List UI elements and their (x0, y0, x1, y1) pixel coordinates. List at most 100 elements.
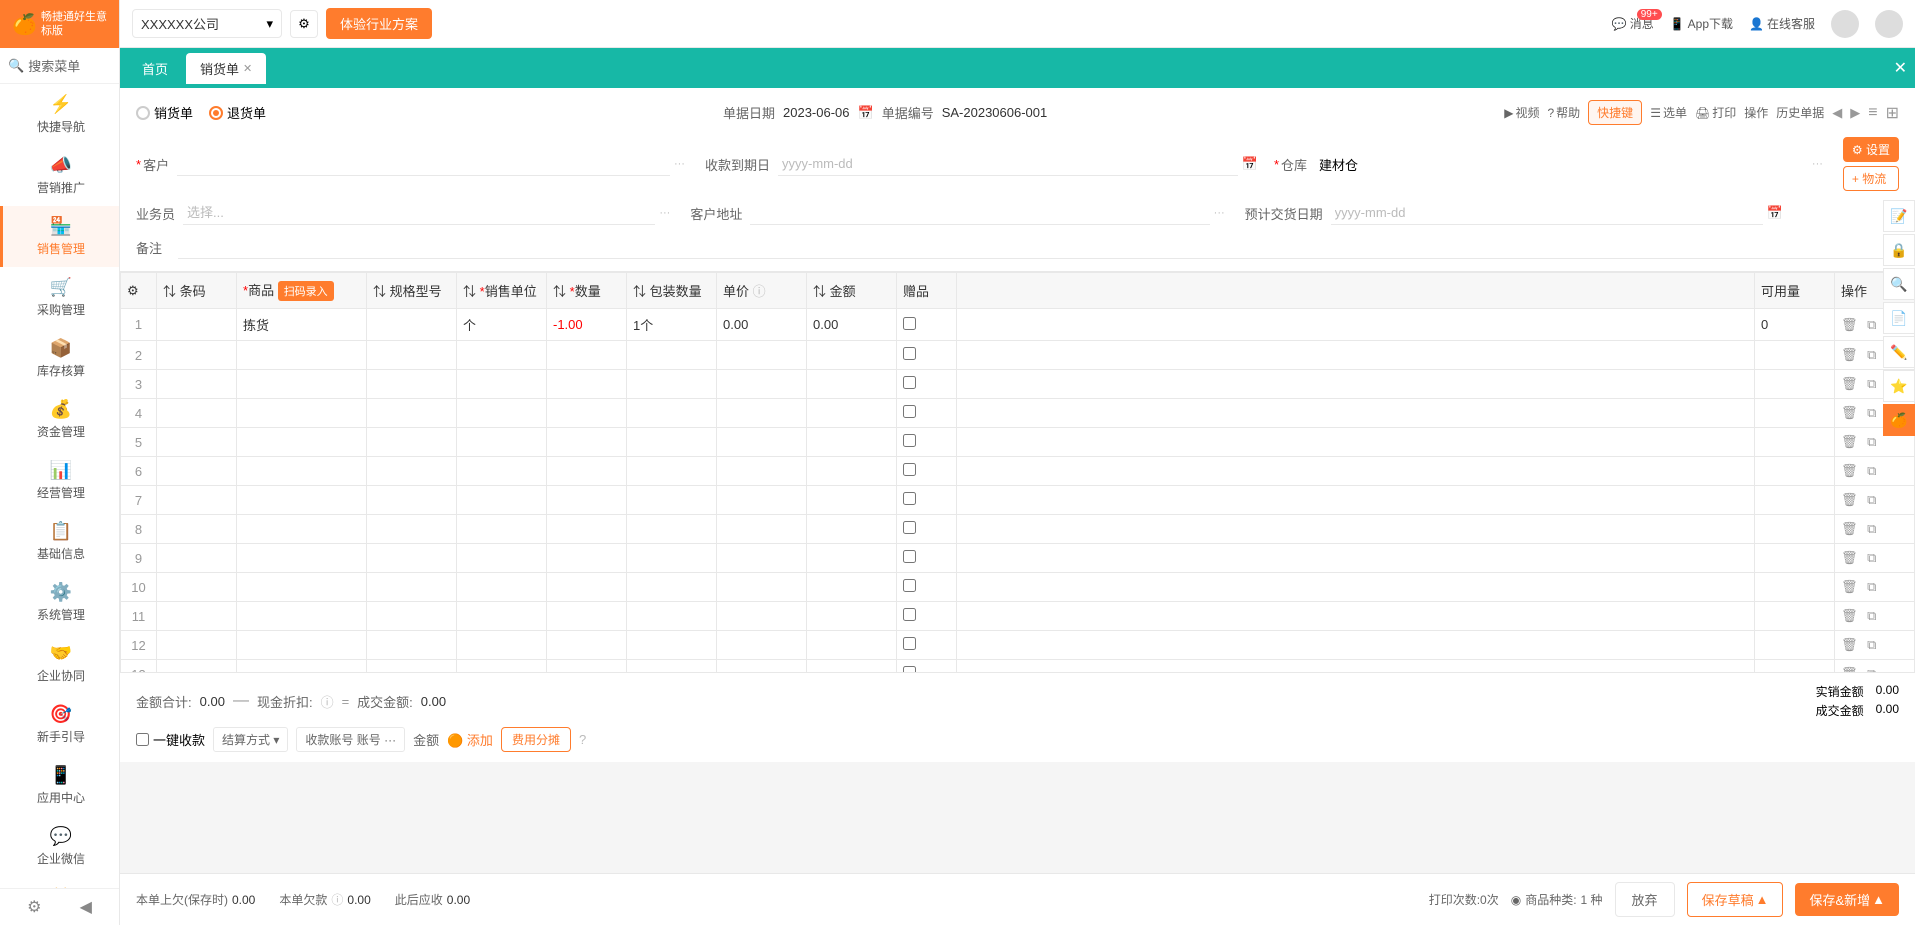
gift-checkbox[interactable] (903, 521, 916, 534)
cell-barcode[interactable] (157, 309, 237, 341)
copy-icon[interactable]: ⧉ (1867, 347, 1876, 362)
remark-input[interactable] (178, 235, 1899, 259)
cell-product[interactable] (237, 631, 367, 660)
cell-qty[interactable] (547, 457, 627, 486)
cell-pack-qty[interactable] (627, 602, 717, 631)
gift-checkbox[interactable] (903, 317, 916, 330)
view-list-icon[interactable]: ≡ (1868, 104, 1877, 122)
cell-unit[interactable] (457, 573, 547, 602)
cell-amount[interactable] (807, 544, 897, 573)
cell-unit[interactable] (457, 486, 547, 515)
cell-amount[interactable]: 0.00 (807, 309, 897, 341)
cell-unit[interactable] (457, 544, 547, 573)
cell-product[interactable] (237, 515, 367, 544)
delete-icon[interactable]: 🗑 (1841, 579, 1858, 594)
message-icon-btn[interactable]: 💬 消息 99+ (1612, 15, 1654, 32)
cell-qty[interactable] (547, 486, 627, 515)
tab-close-icon[interactable]: ✕ (243, 62, 252, 75)
save-new-btn[interactable]: 保存&新增 ▲ (1795, 883, 1899, 916)
payment-checkbox[interactable] (136, 733, 149, 746)
calendar-due-icon[interactable]: 📅 (1238, 156, 1258, 172)
copy-icon[interactable]: ⧉ (1867, 463, 1876, 478)
cell-product[interactable] (237, 399, 367, 428)
app-download-btn[interactable]: 📱 App下载 (1670, 15, 1733, 32)
cell-unit[interactable] (457, 457, 547, 486)
cell-product[interactable]: 拣货 (237, 309, 367, 341)
radio-sale-order[interactable]: 销货单 (136, 103, 193, 122)
delete-icon[interactable]: 🗑 (1841, 608, 1858, 623)
cell-product[interactable] (237, 457, 367, 486)
cell-spec[interactable] (367, 602, 457, 631)
cell-gift[interactable] (897, 309, 957, 341)
gift-checkbox[interactable] (903, 550, 916, 563)
sidebar-item-app-center[interactable]: 📱 应用中心 (0, 755, 119, 816)
cell-gift[interactable] (897, 602, 957, 631)
sidebar-item-marketing[interactable]: 📣 营销推广 (0, 145, 119, 206)
cell-amount[interactable] (807, 515, 897, 544)
cell-price[interactable] (717, 370, 807, 399)
cell-product[interactable] (237, 486, 367, 515)
cell-qty[interactable] (547, 515, 627, 544)
customer-addr-input[interactable] (750, 201, 1209, 225)
cell-amount[interactable] (807, 631, 897, 660)
settings-bottom-btn[interactable]: ⚙ (27, 897, 41, 917)
delete-icon[interactable]: 🗑 (1841, 317, 1858, 332)
customer-dots[interactable]: ··· (670, 158, 689, 170)
cell-spec[interactable] (367, 370, 457, 399)
float-btn-4[interactable]: 📄 (1883, 302, 1915, 334)
cell-spec[interactable] (367, 486, 457, 515)
cell-barcode[interactable] (157, 370, 237, 399)
cell-product[interactable] (237, 370, 367, 399)
cell-qty[interactable] (547, 428, 627, 457)
cell-amount[interactable] (807, 486, 897, 515)
operate-action[interactable]: 操作 (1744, 104, 1768, 121)
cell-gift[interactable] (897, 631, 957, 660)
addr-dots[interactable]: ··· (1210, 207, 1229, 219)
cell-price[interactable] (717, 573, 807, 602)
delete-icon[interactable]: 🗑 (1841, 637, 1858, 652)
expected-date-input[interactable] (1331, 201, 1763, 225)
cell-amount[interactable] (807, 457, 897, 486)
copy-icon[interactable]: ⧉ (1867, 521, 1876, 536)
cell-amount[interactable] (807, 370, 897, 399)
expense-split-btn[interactable]: 费用分摊 (501, 727, 571, 752)
user-avatar[interactable] (1831, 10, 1859, 38)
cell-barcode[interactable] (157, 602, 237, 631)
gift-checkbox[interactable] (903, 579, 916, 592)
salesperson-dots[interactable]: ··· (655, 207, 674, 219)
choose-action[interactable]: ☰ 选单 (1650, 104, 1687, 121)
cell-price[interactable] (717, 544, 807, 573)
settlement-method-select[interactable]: 结算方式 ▾ (213, 727, 288, 752)
cell-amount[interactable] (807, 399, 897, 428)
online-service-btn[interactable]: 👤 在线客服 (1749, 15, 1815, 32)
cell-amount[interactable] (807, 573, 897, 602)
history-action[interactable]: 历史单据 (1776, 104, 1824, 121)
sidebar-item-operations[interactable]: 📊 经营管理 (0, 450, 119, 511)
copy-icon[interactable]: ⧉ (1867, 492, 1876, 507)
cell-barcode[interactable] (157, 399, 237, 428)
sidebar-item-wechat[interactable]: 💬 企业微信 (0, 816, 119, 877)
add-icon[interactable]: 🟠 添加 (447, 730, 493, 749)
cell-product[interactable] (237, 341, 367, 370)
gift-checkbox[interactable] (903, 492, 916, 505)
cell-price[interactable] (717, 399, 807, 428)
cell-price[interactable] (717, 660, 807, 673)
cell-product[interactable] (237, 573, 367, 602)
cell-product[interactable] (237, 428, 367, 457)
copy-icon[interactable]: ⧉ (1867, 550, 1876, 565)
sidebar-item-purchase[interactable]: 🛒 采购管理 (0, 267, 119, 328)
cell-qty[interactable] (547, 602, 627, 631)
cell-pack-qty[interactable] (627, 573, 717, 602)
cell-qty[interactable] (547, 544, 627, 573)
radio-return-order[interactable]: 退货单 (209, 103, 266, 122)
calendar-expected-icon[interactable]: 📅 (1763, 205, 1783, 221)
cell-spec[interactable] (367, 428, 457, 457)
float-btn-1[interactable]: 📝 (1883, 200, 1915, 232)
sidebar-item-basic-info[interactable]: 📋 基础信息 (0, 511, 119, 572)
gift-checkbox[interactable] (903, 405, 916, 418)
calendar-icon[interactable]: 📅 (858, 105, 874, 121)
cell-price[interactable] (717, 457, 807, 486)
payment-due-input[interactable] (778, 152, 1238, 176)
cell-spec[interactable] (367, 573, 457, 602)
cell-product[interactable] (237, 602, 367, 631)
